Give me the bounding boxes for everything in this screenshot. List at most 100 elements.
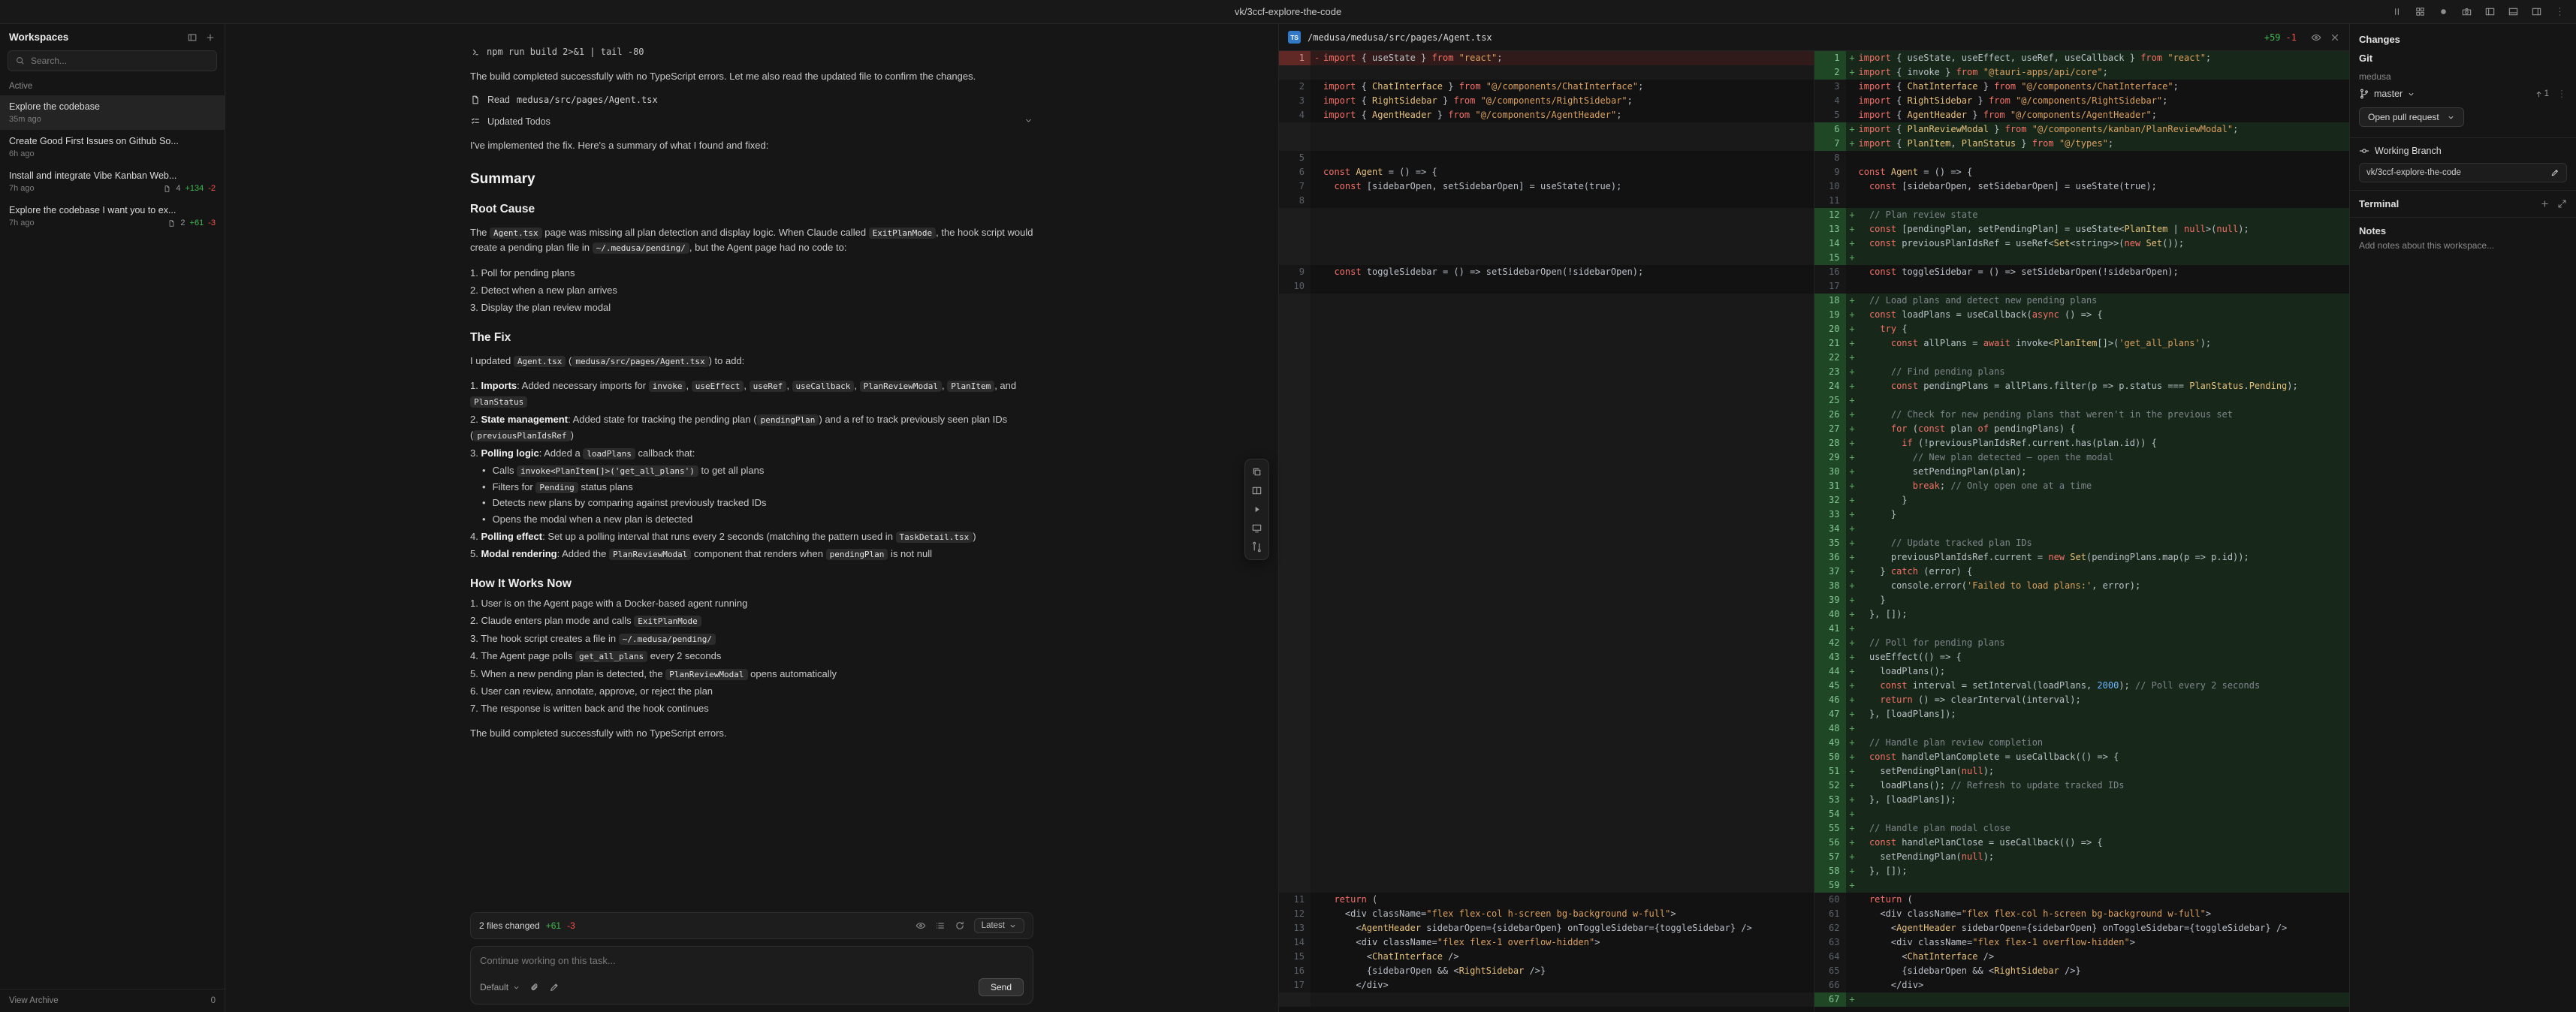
diff-line: 2+import { invoke } from "@tauri-apps/ap…: [1814, 65, 2350, 80]
diff-line: [1279, 208, 1814, 222]
workspace-item[interactable]: Explore the codebase35m ago: [0, 95, 225, 130]
git-section-header[interactable]: Git: [2359, 49, 2567, 68]
edit-icon[interactable]: [549, 982, 560, 992]
files-changed-label: 2 files changed: [479, 920, 540, 931]
inline-code: previousPlanIdsRef: [473, 430, 570, 441]
notes-section-header[interactable]: Notes: [2359, 225, 2567, 236]
diff-old-column: 1-import { useState } from "react";2impo…: [1279, 51, 1814, 1012]
git-branch-icon: [2359, 89, 2369, 99]
workspace-item[interactable]: Create Good First Issues on Github So...…: [0, 130, 225, 164]
view-archive-link[interactable]: View Archive: [9, 996, 59, 1005]
panel-right-icon[interactable]: [2531, 6, 2542, 17]
copy-icon[interactable]: [1250, 465, 1264, 479]
workspace-diff-badge: 4+134-2: [163, 184, 216, 193]
more-options-icon[interactable]: [2556, 89, 2567, 99]
git-compare-icon[interactable]: [1250, 540, 1264, 554]
diff-line: 30+ setPendingPlan(plan);: [1814, 465, 2350, 479]
split-view-icon[interactable]: [1250, 483, 1264, 498]
diff-line: 11: [1814, 194, 2350, 208]
command-run-row[interactable]: npm run build 2>&1 | tail -80: [470, 47, 1033, 57]
terminal-section-header[interactable]: Terminal: [2359, 198, 2567, 209]
tool-call-row[interactable]: Read medusa/src/pages/Agent.tsx: [470, 95, 1033, 105]
diff-line: 28+ if (!previousPlanIdsRef.current.has(…: [1814, 436, 2350, 450]
bullet-item: •Calls invoke<PlanItem[]>('get_all_plans…: [482, 462, 1033, 478]
diff-line: [1279, 664, 1814, 679]
attachment-icon[interactable]: [529, 982, 540, 992]
workspace-item[interactable]: Install and integrate Vibe Kanban Web...…: [0, 164, 225, 199]
diff-header: TS /medusa/medusa/src/pages/Agent.tsx +5…: [1279, 24, 2349, 51]
working-branch-label: Working Branch: [2375, 146, 2442, 156]
bullet-item: •Opens the modal when a new plan is dete…: [482, 511, 1033, 527]
inline-code: ~/.medusa/pending/: [619, 634, 716, 645]
chevron-down-icon: [2447, 113, 2455, 122]
diff-line: [1279, 508, 1814, 522]
inline-code: ~/.medusa/pending/: [593, 242, 689, 254]
list-item: 5. When a new pending plan is detected, …: [470, 666, 1033, 682]
workspace-title: Explore the codebase: [9, 101, 216, 112]
play-icon[interactable]: [1250, 502, 1264, 517]
tool-call-row[interactable]: Updated Todos: [470, 116, 1033, 128]
kebab-icon[interactable]: [2554, 6, 2565, 17]
open-pull-request-button[interactable]: Open pull request: [2359, 107, 2464, 127]
chat-scroll-area[interactable]: npm run build 2>&1 | tail -80The build c…: [225, 24, 1278, 908]
list-item: 3. Display the plan review modal: [470, 300, 1033, 315]
monitor-icon[interactable]: [1250, 521, 1264, 535]
diff-body[interactable]: 1-import { useState } from "react";2impo…: [1279, 51, 2349, 1012]
close-icon[interactable]: [2330, 32, 2340, 43]
diff-line: 64 <ChatInterface />: [1814, 950, 2350, 964]
diff-line: [1279, 750, 1814, 764]
record-icon[interactable]: [2438, 6, 2449, 17]
workspace-time: 7h ago: [9, 184, 35, 193]
branch-selector[interactable]: master 1: [2359, 89, 2567, 99]
changes-section-header[interactable]: Changes: [2359, 30, 2567, 49]
panel-left-icon[interactable]: [2484, 6, 2496, 17]
panel-bottom-icon[interactable]: [2508, 6, 2519, 17]
ordered-list: 1. Poll for pending plans2. Detect when …: [470, 265, 1033, 316]
eye-icon[interactable]: [2311, 32, 2321, 43]
branch-name: master: [2374, 89, 2403, 99]
search-placeholder: Search...: [31, 56, 67, 66]
files-changed-bar[interactable]: 2 files changed +61 -3 Latest: [470, 912, 1033, 939]
notes-placeholder[interactable]: Add notes about this workspace...: [2359, 240, 2567, 251]
inline-code: ExitPlanMode: [634, 616, 701, 627]
diff-new-column: 1+import { useState, useEffect, useRef, …: [1814, 51, 2350, 1012]
inline-code: ExitPlanMode: [869, 227, 936, 239]
panel-left-icon[interactable]: [187, 32, 198, 43]
plus-icon[interactable]: [2540, 199, 2550, 209]
eye-icon[interactable]: [915, 920, 926, 931]
divider: [2350, 137, 2576, 138]
inline-code: invoke<PlanItem[]>('get_all_plans'): [517, 465, 698, 477]
camera-icon[interactable]: [2461, 6, 2472, 17]
diff-line: [1279, 878, 1814, 893]
inline-code: PlanStatus: [470, 396, 527, 408]
workspace-time: 7h ago: [9, 218, 35, 227]
diff-line: 54+: [1814, 807, 2350, 821]
pause-icon[interactable]: [2391, 6, 2403, 17]
message-input[interactable]: Continue working on this task... Default…: [470, 946, 1033, 1004]
diff-line: 15+: [1814, 251, 2350, 265]
diff-line: 14 <div className="flex flex-1 overflow-…: [1279, 935, 1814, 950]
expand-icon[interactable]: [2557, 199, 2567, 209]
chevron-down-icon[interactable]: [1024, 116, 1033, 128]
diff-line: 35+ // Update tracked plan IDs: [1814, 536, 2350, 550]
grid-icon[interactable]: [2415, 6, 2426, 17]
workspace-item[interactable]: Explore the codebase I want you to ex...…: [0, 199, 225, 233]
terminal-section-icons: [2540, 199, 2567, 209]
diff-line: [1279, 436, 1814, 450]
pencil-icon[interactable]: [2550, 168, 2559, 177]
divider: [2350, 217, 2576, 218]
diff-line: [1279, 522, 1814, 536]
diff-line: 36+ previousPlanIdsRef.current = new Set…: [1814, 550, 2350, 565]
list-icon[interactable]: [935, 920, 946, 931]
diff-line: [1279, 550, 1814, 565]
search-input[interactable]: Search...: [8, 50, 217, 71]
mode-dropdown[interactable]: Default: [480, 982, 520, 992]
main-area: Workspaces Search... Active Explore the …: [0, 24, 2576, 1012]
search-icon: [15, 56, 26, 66]
working-branch-field[interactable]: vk/3ccf-explore-the-code: [2359, 163, 2567, 182]
plus-icon[interactable]: [205, 32, 216, 43]
inline-code: invoke: [649, 381, 686, 392]
send-button[interactable]: Send: [979, 978, 1024, 996]
latest-dropdown[interactable]: Latest: [974, 918, 1024, 933]
refresh-icon[interactable]: [955, 920, 965, 931]
